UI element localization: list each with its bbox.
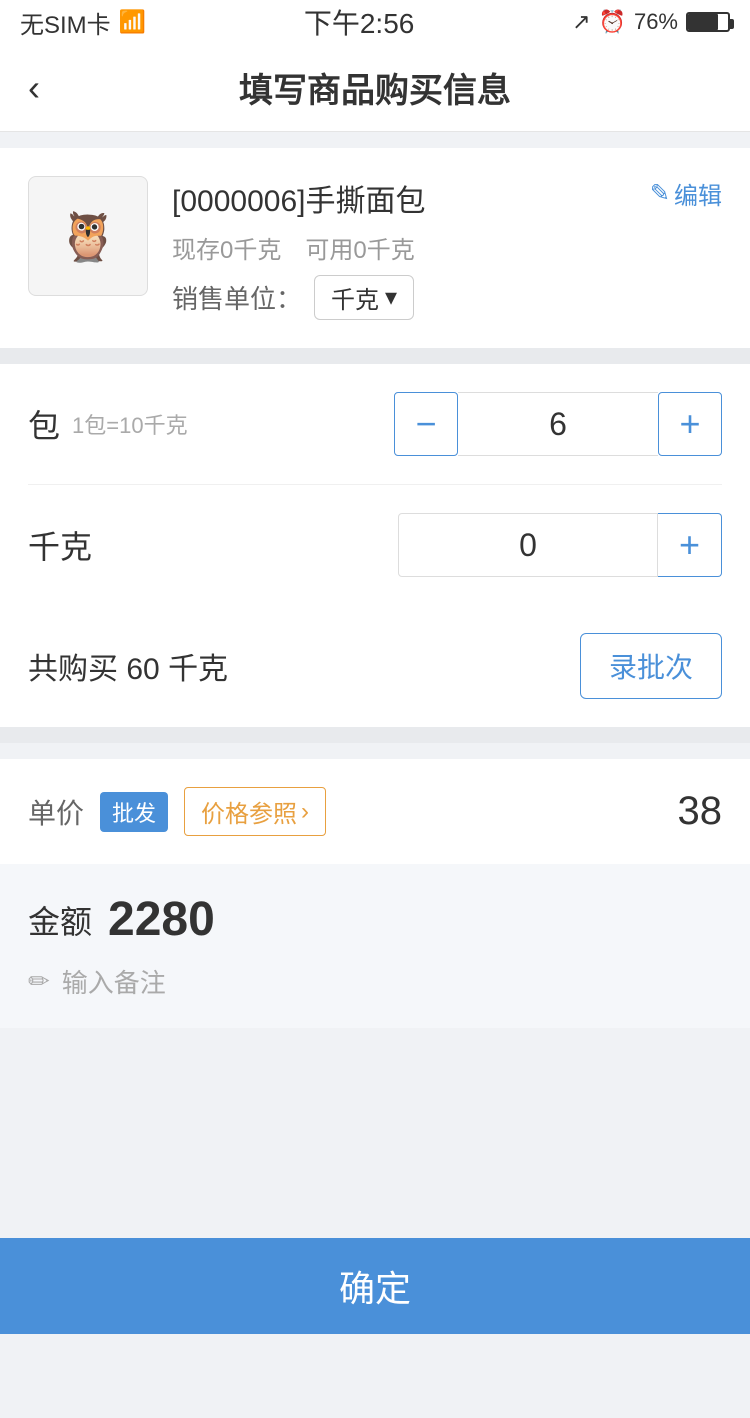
amount-label: 金额 [28,897,92,943]
carrier-text: 无SIM卡 [20,5,111,40]
pack-input-row: 包 1包=10千克 − + [28,364,722,485]
summary-section: 共购买 60 千克 录批次 [0,605,750,727]
kg-label: 千克 [28,522,92,568]
record-batch-button[interactable]: 录批次 [580,633,722,699]
product-info: [0000006]手撕面包 ✎ 编辑 现存0千克 可用0千克 销售单位： 千克 … [172,176,722,320]
product-thumbnail: 🦉 [28,176,148,296]
status-carrier: 无SIM卡 📶 [20,5,146,40]
product-image-icon: 🦉 [58,208,118,265]
amount-section: 金额 2280 ✏ 输入备注 [0,864,750,1028]
divider-1 [0,348,750,364]
remark-row[interactable]: ✏ 输入备注 [28,963,722,1000]
kg-stepper: + [398,513,722,577]
status-bar: 无SIM卡 📶 下午2:56 ↗ ⏰ 76% [0,0,750,44]
battery-text: 76% [634,9,678,35]
product-unit: 销售单位： 千克 ▾ [172,275,722,320]
location-icon: ↗ [572,9,590,35]
bottom-spacer [0,1028,750,1418]
price-section: 单价 批发 价格参照 › 38 [0,759,750,864]
price-reference-button[interactable]: 价格参照 › [184,787,326,836]
kg-input[interactable] [398,513,658,577]
pack-label: 包 1包=10千克 [28,401,188,447]
status-time: 下午2:56 [304,2,415,42]
price-type-tag: 批发 [100,792,168,832]
price-value: 38 [678,789,723,834]
divider-2 [0,727,750,743]
pack-plus-button[interactable]: + [658,392,722,456]
edit-icon: ✎ [650,179,670,208]
battery-icon [686,12,730,32]
pack-input[interactable] [458,392,658,456]
alarm-icon: ⏰ [599,9,626,35]
page-title: 填写商品购买信息 [239,63,511,112]
product-name: [0000006]手撕面包 [172,176,425,220]
amount-row: 金额 2280 [28,892,722,947]
price-ref-arrow: › [301,798,309,826]
chevron-down-icon: ▾ [385,283,397,312]
product-section: 🦉 [0000006]手撕面包 ✎ 编辑 现存0千克 可用0千克 销售单位： 千… [0,148,750,348]
confirm-button[interactable]: 确定 [0,1238,750,1334]
wifi-icon: 📶 [119,9,146,35]
back-button[interactable]: ‹ [28,67,40,109]
price-label: 单价 [28,792,84,832]
product-stock: 现存0千克 可用0千克 [172,230,722,265]
kg-plus-button[interactable]: + [658,513,722,577]
nav-bar: ‹ 填写商品购买信息 [0,44,750,132]
pack-stepper: − + [394,392,722,456]
remark-placeholder: 输入备注 [62,963,166,1000]
amount-value: 2280 [108,892,215,947]
unit-selector[interactable]: 千克 ▾ [314,275,414,320]
input-section: 包 1包=10千克 − + 千克 + [0,364,750,605]
pack-hint: 1包=10千克 [72,408,188,440]
kg-input-row: 千克 + [28,485,722,605]
edit-button[interactable]: ✎ 编辑 [650,176,722,211]
status-right: ↗ ⏰ 76% [572,9,730,35]
summary-text: 共购买 60 千克 [28,644,228,688]
pencil-icon: ✏ [28,966,50,997]
pack-minus-button[interactable]: − [394,392,458,456]
